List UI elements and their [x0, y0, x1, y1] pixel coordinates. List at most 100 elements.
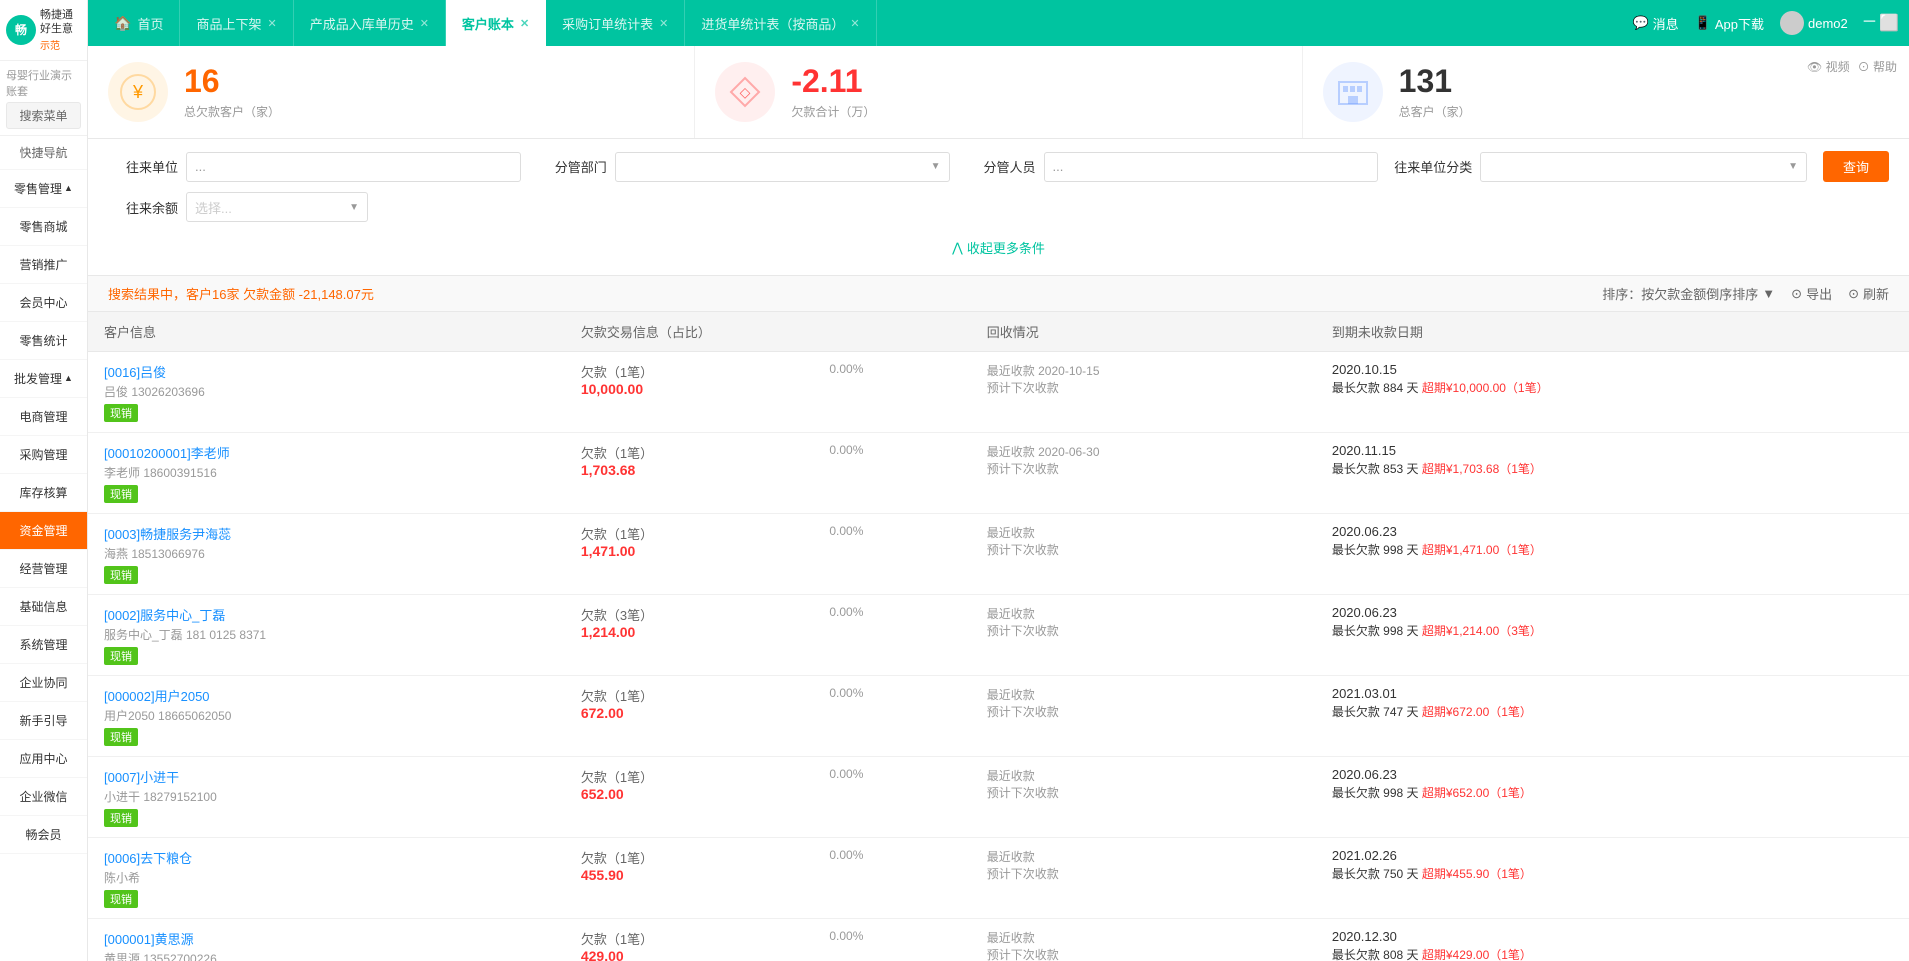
sidebar-item-retail-mgmt[interactable]: 零售管理▲	[0, 170, 87, 208]
tab-product-history[interactable]: 产成品入库单历史✕	[294, 0, 446, 46]
sidebar-item-sys-mgmt[interactable]: 系统管理	[0, 626, 87, 664]
table-container: 客户信息 欠款交易信息（占比） 回收情况 到期未收款日期 [0016]吕俊 吕俊…	[88, 312, 1909, 961]
due-date: 2020.10.15	[1332, 362, 1893, 377]
sidebar-quick-nav[interactable]: 快捷导航	[0, 136, 87, 170]
user-avatar[interactable]: demo2	[1780, 11, 1848, 35]
debt-info-cell: 欠款（1笔） 672.00	[565, 676, 814, 757]
dept-select[interactable]: ▼	[615, 152, 950, 182]
tab-close-purchase-stat[interactable]: ✕	[850, 17, 859, 30]
sidebar-item-vip-member[interactable]: 畅会员	[0, 816, 87, 854]
sidebar-item-purchase[interactable]: 采购管理	[0, 436, 87, 474]
minimize-icon[interactable]: ─	[1864, 13, 1875, 33]
help-btn[interactable]: ⊙ 帮助	[1858, 58, 1897, 75]
recover-cell: 最近收款 2020-06-30 预计下次收款	[971, 433, 1316, 514]
recover-next: 预计下次收款	[987, 703, 1300, 720]
customer-link[interactable]: [000002]用户2050	[104, 689, 210, 704]
help-icon: ⊙	[1858, 60, 1870, 74]
overdue-info: 最长欠款 998 天 超期¥652.00（1笔）	[1332, 784, 1893, 801]
recover-next: 预计下次收款	[987, 460, 1300, 477]
sidebar-item-member[interactable]: 会员中心	[0, 284, 87, 322]
sidebar-item-new-guide[interactable]: 新手引导	[0, 702, 87, 740]
tab-close-purchase-order[interactable]: ✕	[659, 17, 668, 30]
sidebar-item-corp-wechat[interactable]: 企业微信	[0, 778, 87, 816]
sort-selector[interactable]: 排序：按欠款金额倒序排序 ▼	[1602, 284, 1775, 303]
recover-next: 预计下次收款	[987, 865, 1300, 882]
message-btn[interactable]: 💬 消息	[1632, 14, 1678, 33]
overdue-link[interactable]: 超期¥455.90（1笔）	[1422, 867, 1532, 881]
view-btn[interactable]: 👁 视频	[1807, 58, 1850, 75]
tab-close-product-history[interactable]: ✕	[420, 17, 429, 30]
tab-close-customer-account[interactable]: ✕	[520, 17, 529, 30]
due-date-cell: 2020.06.23 最长欠款 998 天 超期¥652.00（1笔）	[1316, 757, 1909, 838]
sidebar-item-retail-mall[interactable]: 零售商城	[0, 208, 87, 246]
due-date-cell: 2020.12.30 最长欠款 808 天 超期¥429.00（1笔）	[1316, 919, 1909, 961]
overdue-info: 最长欠款 884 天 超期¥10,000.00（1笔）	[1332, 379, 1893, 396]
sidebar-item-corp-collab[interactable]: 企业协同	[0, 664, 87, 702]
customer-info-cell: [0007]小进干 小进干 18279152100 现销	[88, 757, 565, 838]
sidebar-item-inventory[interactable]: 库存核算	[0, 474, 87, 512]
overdue-link[interactable]: 超期¥672.00（1笔）	[1422, 705, 1532, 719]
tab-close-product-online[interactable]: ✕	[267, 17, 276, 30]
customer-link[interactable]: [0003]畅捷服务尹海蕊	[104, 527, 231, 542]
avatar	[1780, 11, 1804, 35]
recover-last: 最近收款	[987, 929, 1300, 946]
sidebar-item-base-info[interactable]: 基础信息	[0, 588, 87, 626]
customer-tag: 现销	[104, 890, 138, 908]
sidebar-logo: 畅 畅捷通好生意 示范	[0, 0, 87, 61]
recover-cell: 最近收款 预计下次收款	[971, 595, 1316, 676]
customer-link[interactable]: [000001]黄思源	[104, 932, 194, 947]
window-controls: ─ ⬜	[1864, 13, 1899, 33]
app-download-btn[interactable]: 📱 App下载	[1695, 14, 1764, 33]
sidebar-search-button[interactable]: 搜索菜单	[6, 102, 81, 129]
sidebar-item-app-center[interactable]: 应用中心	[0, 740, 87, 778]
customer-link[interactable]: [0007]小进干	[104, 770, 179, 785]
overdue-link[interactable]: 超期¥1,471.00（1笔）	[1422, 543, 1542, 557]
overdue-link[interactable]: 超期¥1,703.68（1笔）	[1422, 462, 1542, 476]
customer-link[interactable]: [0002]服务中心_丁磊	[104, 608, 225, 623]
customer-link[interactable]: [0006]去下粮仓	[104, 851, 192, 866]
export-button[interactable]: ⊙ 导出	[1791, 284, 1832, 303]
customer-link[interactable]: [0016]吕俊	[104, 365, 166, 380]
overdue-link[interactable]: 超期¥1,214.00（3笔）	[1422, 624, 1542, 638]
tab-customer-account[interactable]: 客户账本✕	[446, 0, 546, 46]
chevron-icon: ▲	[64, 373, 73, 383]
balance-select[interactable]: 选择... ▼	[186, 192, 368, 222]
customer-link[interactable]: [00010200001]李老师	[104, 446, 230, 461]
search-button[interactable]: 查询	[1823, 151, 1889, 182]
due-date: 2021.02.26	[1332, 848, 1893, 863]
overdue-info: 最长欠款 750 天 超期¥455.90（1笔）	[1332, 865, 1893, 882]
sidebar-item-retail-stat[interactable]: 零售统计	[0, 322, 87, 360]
stat-label-total: 总客户（家）	[1399, 103, 1889, 120]
sidebar-item-ecom-mgmt[interactable]: 电商管理	[0, 398, 87, 436]
sidebar-item-batch-mgmt[interactable]: 批发管理▲	[0, 360, 87, 398]
collapse-row[interactable]: ⋀ 收起更多条件	[108, 232, 1889, 263]
stat-overdue-customers: ¥ 16 总欠款客户（家）	[88, 46, 695, 138]
sidebar-item-finance[interactable]: 资金管理	[0, 512, 87, 550]
tab-home[interactable]: 🏠首页	[98, 0, 180, 46]
unit-class-dropdown-arrow: ▼	[1788, 161, 1798, 172]
refresh-button[interactable]: ⊙ 刷新	[1848, 284, 1889, 303]
due-date: 2020.06.23	[1332, 767, 1893, 782]
unit-class-select[interactable]: ▼	[1480, 152, 1807, 182]
overdue-link[interactable]: 超期¥10,000.00（1笔）	[1422, 381, 1549, 395]
recover-cell: 最近收款 预计下次收款	[971, 514, 1316, 595]
due-date-cell: 2021.03.01 最长欠款 747 天 超期¥672.00（1笔）	[1316, 676, 1909, 757]
tab-purchase-order[interactable]: 采购订单统计表✕	[546, 0, 685, 46]
sidebar-item-marketing[interactable]: 营销推广	[0, 246, 87, 284]
debt-amount: 652.00	[581, 786, 798, 802]
maximize-icon[interactable]: ⬜	[1879, 13, 1899, 33]
overdue-link[interactable]: 超期¥429.00（1笔）	[1422, 948, 1532, 961]
chevron-icon: ▲	[64, 183, 73, 193]
from-unit-input[interactable]: ...	[186, 152, 521, 182]
tab-purchase-stat[interactable]: 进货单统计表（按商品）✕	[685, 0, 876, 46]
person-input[interactable]: ...	[1044, 152, 1379, 182]
due-date-cell: 2021.02.26 最长欠款 750 天 超期¥455.90（1笔）	[1316, 838, 1909, 919]
tab-product-online[interactable]: 商品上下架✕	[180, 0, 293, 46]
debt-count: 欠款（1笔）	[581, 362, 798, 381]
table-row: [0007]小进干 小进干 18279152100 现销 欠款（1笔） 652.…	[88, 757, 1909, 838]
dept-label: 分管部门	[537, 157, 607, 176]
overdue-info: 最长欠款 808 天 超期¥429.00（1笔）	[1332, 946, 1893, 961]
debt-ratio: 0.00%	[829, 686, 954, 700]
overdue-link[interactable]: 超期¥652.00（1笔）	[1422, 786, 1532, 800]
sidebar-item-biz-mgmt[interactable]: 经营管理	[0, 550, 87, 588]
